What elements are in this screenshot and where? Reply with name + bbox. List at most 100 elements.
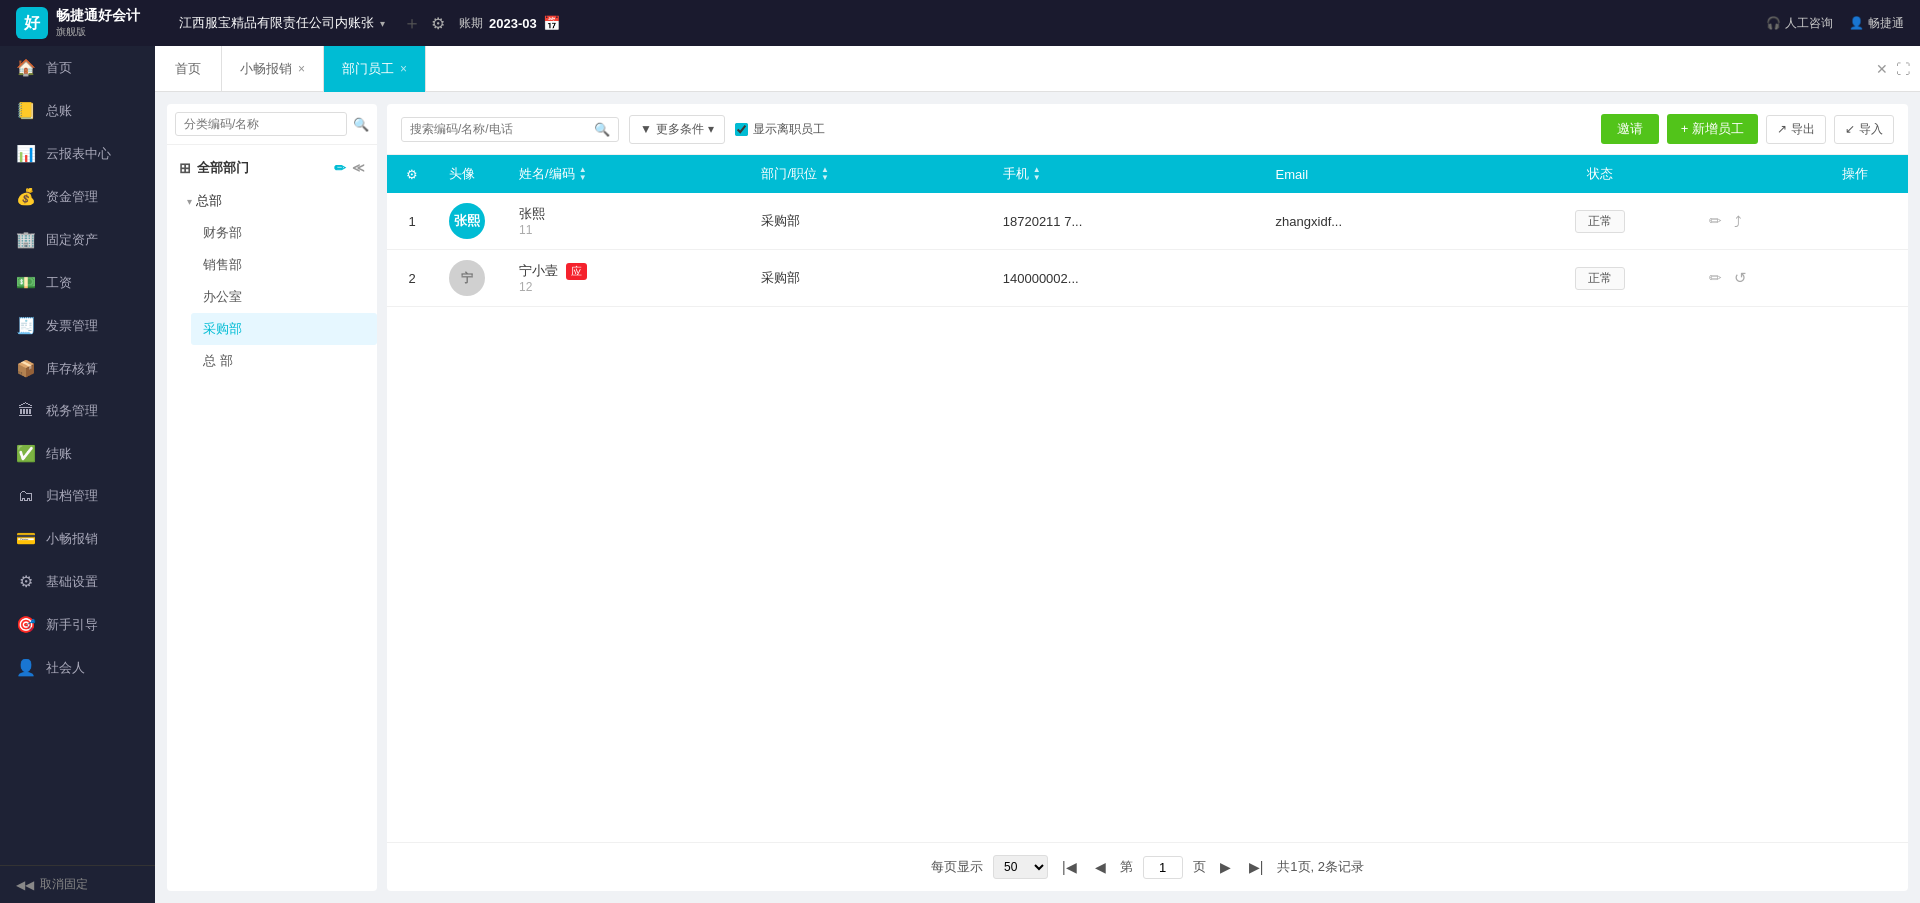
row-actions-1: ✏ ⤴: [1697, 193, 1908, 250]
next-page-button[interactable]: ▶: [1216, 857, 1235, 877]
sidebar-item-guide[interactable]: 🎯 新手引导: [0, 603, 155, 646]
sidebar-item-settings[interactable]: ⚙ 基础设置: [0, 560, 155, 603]
col-email-header: Email: [1264, 155, 1503, 193]
tab-home[interactable]: 首页: [155, 46, 222, 91]
app-name: 畅捷通好会计: [56, 7, 140, 25]
dept-child-purchase[interactable]: 采购部: [191, 313, 377, 345]
dept-parent-zongbu[interactable]: ▾ 总部: [175, 185, 377, 217]
all-dept-item[interactable]: ⊞ 全部部门 ✏ ≪: [167, 151, 377, 185]
last-page-button[interactable]: ▶|: [1245, 857, 1268, 877]
dept-search-input[interactable]: [175, 112, 347, 136]
sidebar-item-invoice[interactable]: 🧾 发票管理: [0, 304, 155, 347]
page-label: 第: [1120, 858, 1133, 876]
chevron-down-icon: ▾: [380, 18, 385, 29]
row-avatar-2: 宁: [437, 250, 507, 307]
row-phone-2: 140000002...: [991, 250, 1264, 307]
ledger-icon: 📒: [16, 101, 36, 120]
sidebar-item-expense[interactable]: 💳 小畅报销: [0, 517, 155, 560]
dept-child-finance[interactable]: 财务部: [191, 217, 377, 249]
sidebar-item-archive[interactable]: 🗂 归档管理: [0, 475, 155, 517]
grid-icon: ⊞: [179, 160, 191, 176]
sidebar-item-checkout[interactable]: ✅ 结账: [0, 432, 155, 475]
row-status-1: 正常: [1502, 193, 1697, 250]
show-resigned-checkbox[interactable]: [735, 123, 748, 136]
sidebar-item-funds[interactable]: 💰 资金管理: [0, 175, 155, 218]
app-edition: 旗舰版: [56, 25, 140, 39]
export-button[interactable]: ↗ 导出: [1766, 115, 1826, 144]
col-name-header[interactable]: 姓名/编码 ▲▼: [507, 155, 749, 193]
cancel-pin-button[interactable]: ◀◀ 取消固定: [16, 876, 139, 893]
dept-search-icon[interactable]: 🔍: [353, 117, 369, 132]
employee-search-icon[interactable]: 🔍: [594, 122, 610, 137]
total-info: 共1页, 2条记录: [1277, 858, 1364, 876]
company-name: 江西服宝精品有限责任公司内账张: [179, 14, 374, 32]
sidebar-item-tax[interactable]: 🏛 税务管理: [0, 390, 155, 432]
col-settings-header[interactable]: ⚙: [387, 155, 437, 193]
tab-dept-employee[interactable]: 部门员工 ×: [324, 46, 426, 92]
col-dept-header[interactable]: 部门/职位 ▲▼: [749, 155, 990, 193]
employee-search-box: 🔍: [401, 117, 619, 142]
sidebar-item-home[interactable]: 🏠 首页: [0, 46, 155, 89]
row-index-1: 1: [387, 193, 437, 250]
dept-edit-icon[interactable]: ✏: [334, 160, 346, 176]
tab-expense[interactable]: 小畅报销 ×: [222, 46, 324, 92]
pin-icon: ◀◀: [16, 878, 34, 892]
expand-tab-button[interactable]: ⛶: [1896, 61, 1910, 77]
sidebar-item-social[interactable]: 👤 社会人: [0, 646, 155, 689]
delete-employee-1-icon[interactable]: ⤴: [1734, 213, 1742, 230]
row-dept-1: 采购部: [749, 193, 990, 250]
filter-icon: ▼: [640, 122, 652, 136]
edit-employee-1-icon[interactable]: ✏: [1709, 212, 1722, 230]
headset-icon: 🎧: [1766, 16, 1781, 30]
per-page-select[interactable]: 50 20 100: [993, 855, 1048, 879]
row-phone-1: 18720211 7...: [991, 193, 1264, 250]
sidebar-item-assets[interactable]: 🏢 固定资产: [0, 218, 155, 261]
per-page-label: 每页显示: [931, 858, 983, 876]
badge-ying: 应: [566, 263, 587, 280]
first-page-button[interactable]: |◀: [1058, 857, 1081, 877]
invite-button[interactable]: 邀请: [1601, 114, 1659, 144]
import-button[interactable]: ↙ 导入: [1834, 115, 1894, 144]
user-icon: 👤: [1849, 16, 1864, 30]
calendar-icon[interactable]: 📅: [543, 15, 560, 31]
edit-employee-2-icon[interactable]: ✏: [1709, 269, 1722, 287]
row-avatar-1: 张熙: [437, 193, 507, 250]
dept-child-office[interactable]: 办公室: [191, 281, 377, 313]
reports-icon: 📊: [16, 144, 36, 163]
add-employee-button[interactable]: + 新增员工: [1667, 114, 1758, 144]
more-filters-button[interactable]: ▼ 更多条件 ▾: [629, 115, 725, 144]
ai-consult-button[interactable]: 🎧 人工咨询: [1766, 15, 1833, 32]
avatar-ning: 宁: [449, 260, 485, 296]
company-selector[interactable]: 江西服宝精品有限责任公司内账张 ▾: [171, 10, 393, 36]
inventory-icon: 📦: [16, 359, 36, 378]
dept-collapse-icon[interactable]: ≪: [352, 161, 365, 175]
guide-icon: 🎯: [16, 615, 36, 634]
settings-icon[interactable]: ⚙: [431, 14, 445, 33]
add-company-button[interactable]: ＋: [403, 11, 421, 35]
dept-child-sales[interactable]: 销售部: [191, 249, 377, 281]
sidebar-item-salary[interactable]: 💵 工资: [0, 261, 155, 304]
employee-search-input[interactable]: [410, 122, 590, 136]
col-phone-header[interactable]: 手机 ▲▼: [991, 155, 1264, 193]
invoice-icon: 🧾: [16, 316, 36, 335]
sidebar-item-ledger[interactable]: 📒 总账: [0, 89, 155, 132]
assets-icon: 🏢: [16, 230, 36, 249]
triangle-icon: ▾: [187, 196, 192, 207]
prev-page-button[interactable]: ◀: [1091, 857, 1110, 877]
col-avatar-header: 头像: [437, 155, 507, 193]
social-icon: 👤: [16, 658, 36, 677]
close-expense-tab-icon[interactable]: ×: [298, 62, 305, 76]
refresh-employee-2-icon[interactable]: ↺: [1734, 269, 1747, 287]
close-dept-tab-icon[interactable]: ×: [400, 62, 407, 76]
col-status-header: 状态: [1502, 155, 1697, 193]
close-tab-button[interactable]: ✕: [1876, 61, 1888, 77]
row-name-2: 宁小壹 应 12: [507, 250, 749, 307]
table-settings-icon[interactable]: ⚙: [406, 167, 418, 182]
archive-icon: 🗂: [16, 487, 36, 505]
row-email-2: [1264, 250, 1503, 307]
user-profile[interactable]: 👤 畅捷通: [1849, 15, 1904, 32]
sidebar-item-inventory[interactable]: 📦 库存核算: [0, 347, 155, 390]
sidebar-item-reports[interactable]: 📊 云报表中心: [0, 132, 155, 175]
dept-child-general[interactable]: 总 部: [191, 345, 377, 377]
page-number-input[interactable]: [1143, 856, 1183, 879]
